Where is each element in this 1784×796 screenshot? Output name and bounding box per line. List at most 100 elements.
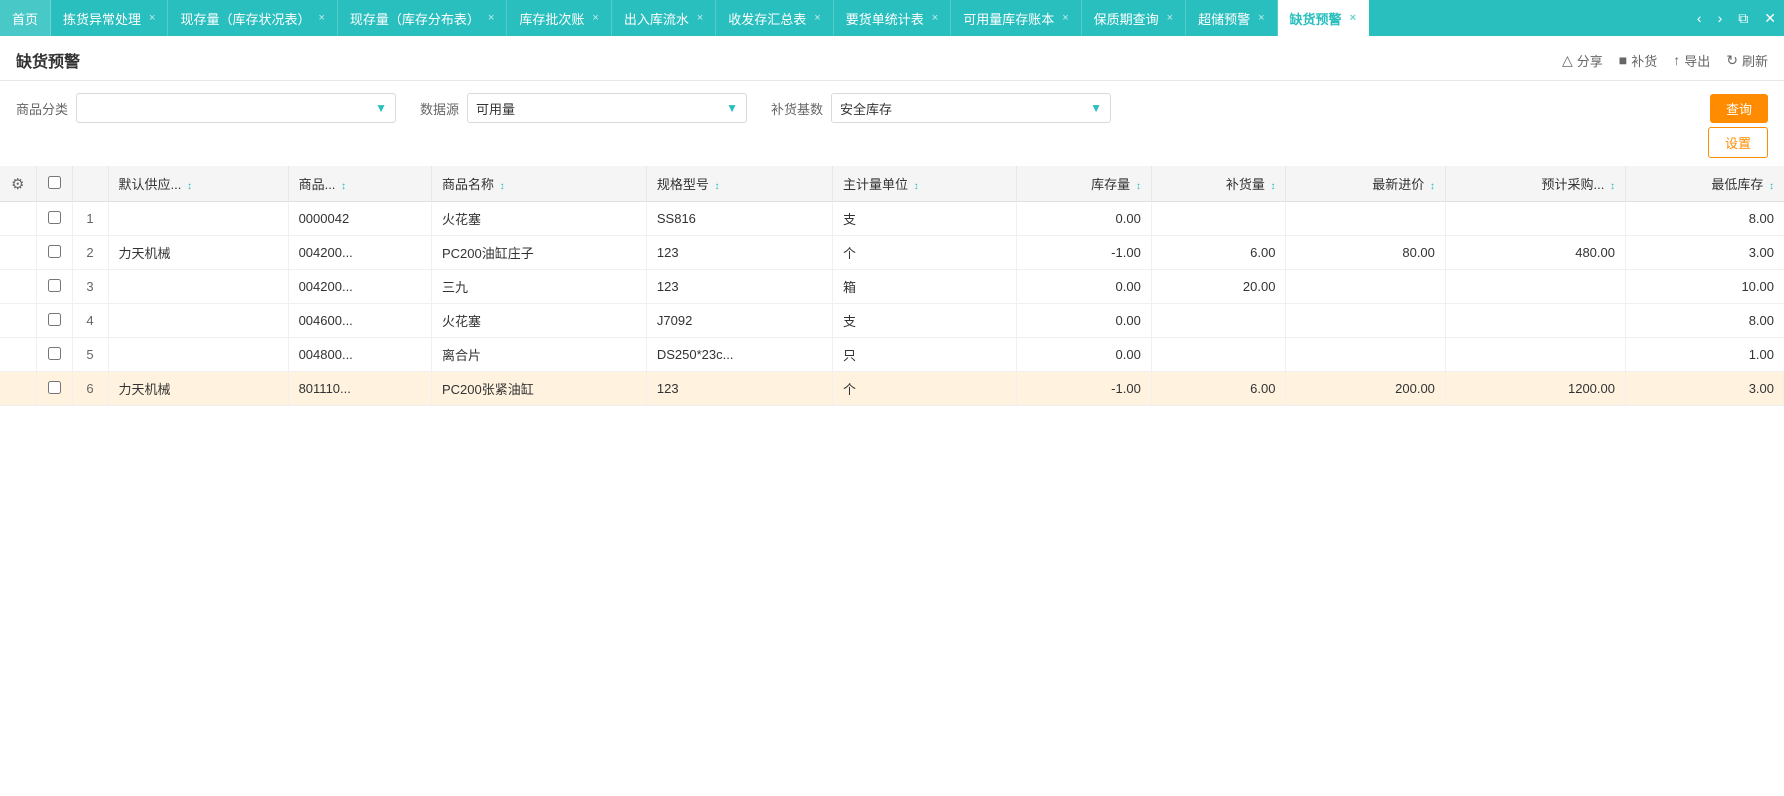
th-unit[interactable]: 主计量单位 ↕ [832, 166, 1016, 202]
cell-unit-0: 支 [832, 202, 1016, 236]
row-checkbox-2[interactable] [48, 279, 61, 292]
supplement-button[interactable]: ■ 补货 [1619, 51, 1657, 70]
share-button[interactable]: △ 分享 [1562, 51, 1603, 70]
cell-product-name-5: PC200张紧油缸 [431, 372, 646, 406]
export-button[interactable]: ↑ 导出 [1673, 51, 1710, 70]
product-name-sort-icon: ↕ [500, 181, 505, 192]
cell-est-purchase-1: 480.00 [1445, 236, 1625, 270]
row-checkbox-5[interactable] [48, 381, 61, 394]
th-settings[interactable]: ⚙ [0, 166, 36, 202]
nav-tab-available-ledger[interactable]: 可用量库存账本 × [951, 0, 1081, 36]
cell-est-purchase-2 [1445, 270, 1625, 304]
cell-product-name-1: PC200油缸庄子 [431, 236, 646, 270]
cell-checkbox-1[interactable] [36, 236, 72, 270]
product-id-sort-icon: ↕ [341, 181, 346, 192]
th-product-id[interactable]: 商品... ↕ [288, 166, 431, 202]
nav-scroll-left[interactable]: ‹ [1689, 0, 1710, 36]
nav-tab-close-batch-account[interactable]: × [592, 12, 598, 24]
page-title: 缺货预警 [16, 48, 80, 72]
nav-tab-recv-summary[interactable]: 收发存汇总表 × [716, 0, 833, 36]
nav-tab-label-available-ledger: 可用量库存账本 [963, 9, 1054, 28]
nav-tab-close-inout-flow[interactable]: × [697, 12, 703, 24]
th-latest-price[interactable]: 最新进价 ↕ [1286, 166, 1445, 202]
nav-arrows: ‹ › ⧉ ✕ [1689, 0, 1784, 36]
cell-checkbox-0[interactable] [36, 202, 72, 236]
cell-est-purchase-3 [1445, 304, 1625, 338]
cell-reorder-4 [1151, 338, 1286, 372]
cell-settings-2 [0, 270, 36, 304]
category-select[interactable]: ▼ [76, 93, 396, 123]
datasource-select[interactable]: 可用量 ▼ [467, 93, 747, 123]
row-checkbox-4[interactable] [48, 347, 61, 360]
nav-restore-window[interactable]: ⧉ [1730, 0, 1756, 36]
supplement-base-select[interactable]: 安全库存 ▼ [831, 93, 1111, 123]
nav-tab-overstock[interactable]: 超储预警 × [1186, 0, 1277, 36]
nav-tab-batch-account[interactable]: 库存批次账× [507, 0, 611, 36]
th-spec-label: 规格型号 [657, 177, 709, 192]
nav-tab-close-stock-dist[interactable]: × [488, 12, 494, 24]
nav-tab-label-stock-status: 现存量（库存状况表） [180, 9, 310, 28]
cell-checkbox-3[interactable] [36, 304, 72, 338]
cell-supplier-3 [108, 304, 288, 338]
nav-tab-label-overstock: 超储预警 [1198, 9, 1250, 28]
nav-tab-close-overstock[interactable]: × [1258, 12, 1264, 24]
cell-checkbox-5[interactable] [36, 372, 72, 406]
nav-tab-label-recv-summary: 收发存汇总表 [728, 9, 806, 28]
nav-tab-close-shortage[interactable]: × [1350, 12, 1356, 24]
cell-supplier-5: 力天机械 [108, 372, 288, 406]
th-checkbox[interactable] [36, 166, 72, 202]
nav-tab-close-demand-stat[interactable]: × [932, 12, 938, 24]
query-button[interactable]: 查询 [1710, 94, 1768, 123]
nav-tab-home[interactable]: 首页 [0, 0, 51, 36]
category-label: 商品分类 [16, 99, 68, 118]
th-min-stock[interactable]: 最低库存 ↕ [1625, 166, 1784, 202]
nav-scroll-right[interactable]: › [1710, 0, 1731, 36]
min-stock-sort-icon: ↕ [1769, 181, 1774, 192]
row-checkbox-0[interactable] [48, 211, 61, 224]
nav-tab-demand-stat[interactable]: 要货单统计表× [834, 0, 951, 36]
row-checkbox-1[interactable] [48, 245, 61, 258]
nav-tab-expiry-query[interactable]: 保质期查询× [1082, 0, 1186, 36]
nav-tab-close-stock-status[interactable]: × [318, 12, 324, 24]
nav-close-window[interactable]: ✕ [1756, 0, 1784, 36]
nav-tab-exception[interactable]: 拣货异常处理× [51, 0, 168, 36]
cell-product-id-1: 004200... [288, 236, 431, 270]
nav-tab-stock-status[interactable]: 现存量（库存状况表） × [168, 0, 337, 36]
table-row: 2 力天机械 004200... PC200油缸庄子 123 个 -1.00 6… [0, 236, 1784, 270]
datasource-select-value: 可用量 [476, 99, 726, 118]
supplement-icon: ■ [1619, 52, 1627, 68]
export-icon: ↑ [1673, 52, 1680, 68]
stock-sort-icon: ↕ [1136, 181, 1141, 192]
top-nav: 首页拣货异常处理×现存量（库存状况表）×现存量（库存分布表）×库存批次账×出入库… [0, 0, 1784, 36]
row-checkbox-3[interactable] [48, 313, 61, 326]
nav-tab-shortage[interactable]: 缺货预警× [1278, 0, 1369, 36]
th-product-name[interactable]: 商品名称 ↕ [431, 166, 646, 202]
cell-stock-3: 0.00 [1017, 304, 1152, 338]
table-row: 1 0000042 火花塞 SS816 支 0.00 8.00 [0, 202, 1784, 236]
setting-button[interactable]: 设置 [1708, 127, 1768, 158]
cell-checkbox-2[interactable] [36, 270, 72, 304]
th-supplier[interactable]: 默认供应... ↕ [108, 166, 288, 202]
cell-unit-2: 箱 [832, 270, 1016, 304]
cell-checkbox-4[interactable] [36, 338, 72, 372]
cell-reorder-2: 20.00 [1151, 270, 1286, 304]
th-est-purchase[interactable]: 预计采购... ↕ [1445, 166, 1625, 202]
cell-settings-4 [0, 338, 36, 372]
th-reorder[interactable]: 补货量 ↕ [1151, 166, 1286, 202]
refresh-button[interactable]: ↻ 刷新 [1726, 51, 1768, 70]
th-spec[interactable]: 规格型号 ↕ [646, 166, 832, 202]
cell-num-3: 4 [72, 304, 108, 338]
nav-tab-close-recv-summary[interactable]: × [814, 12, 820, 24]
nav-tab-close-expiry-query[interactable]: × [1167, 12, 1173, 24]
cell-min-stock-0: 8.00 [1625, 202, 1784, 236]
nav-tab-inout-flow[interactable]: 出入库流水× [612, 0, 716, 36]
th-min-stock-label: 最低库存 [1711, 177, 1763, 192]
nav-tab-close-available-ledger[interactable]: × [1062, 12, 1068, 24]
nav-tab-close-exception[interactable]: × [149, 12, 155, 24]
nav-tab-stock-dist[interactable]: 现存量（库存分布表）× [338, 0, 507, 36]
settings-icon[interactable]: ⚙ [11, 176, 24, 193]
cell-stock-2: 0.00 [1017, 270, 1152, 304]
select-all-checkbox[interactable] [48, 176, 61, 189]
cell-stock-0: 0.00 [1017, 202, 1152, 236]
th-stock[interactable]: 库存量 ↕ [1017, 166, 1152, 202]
